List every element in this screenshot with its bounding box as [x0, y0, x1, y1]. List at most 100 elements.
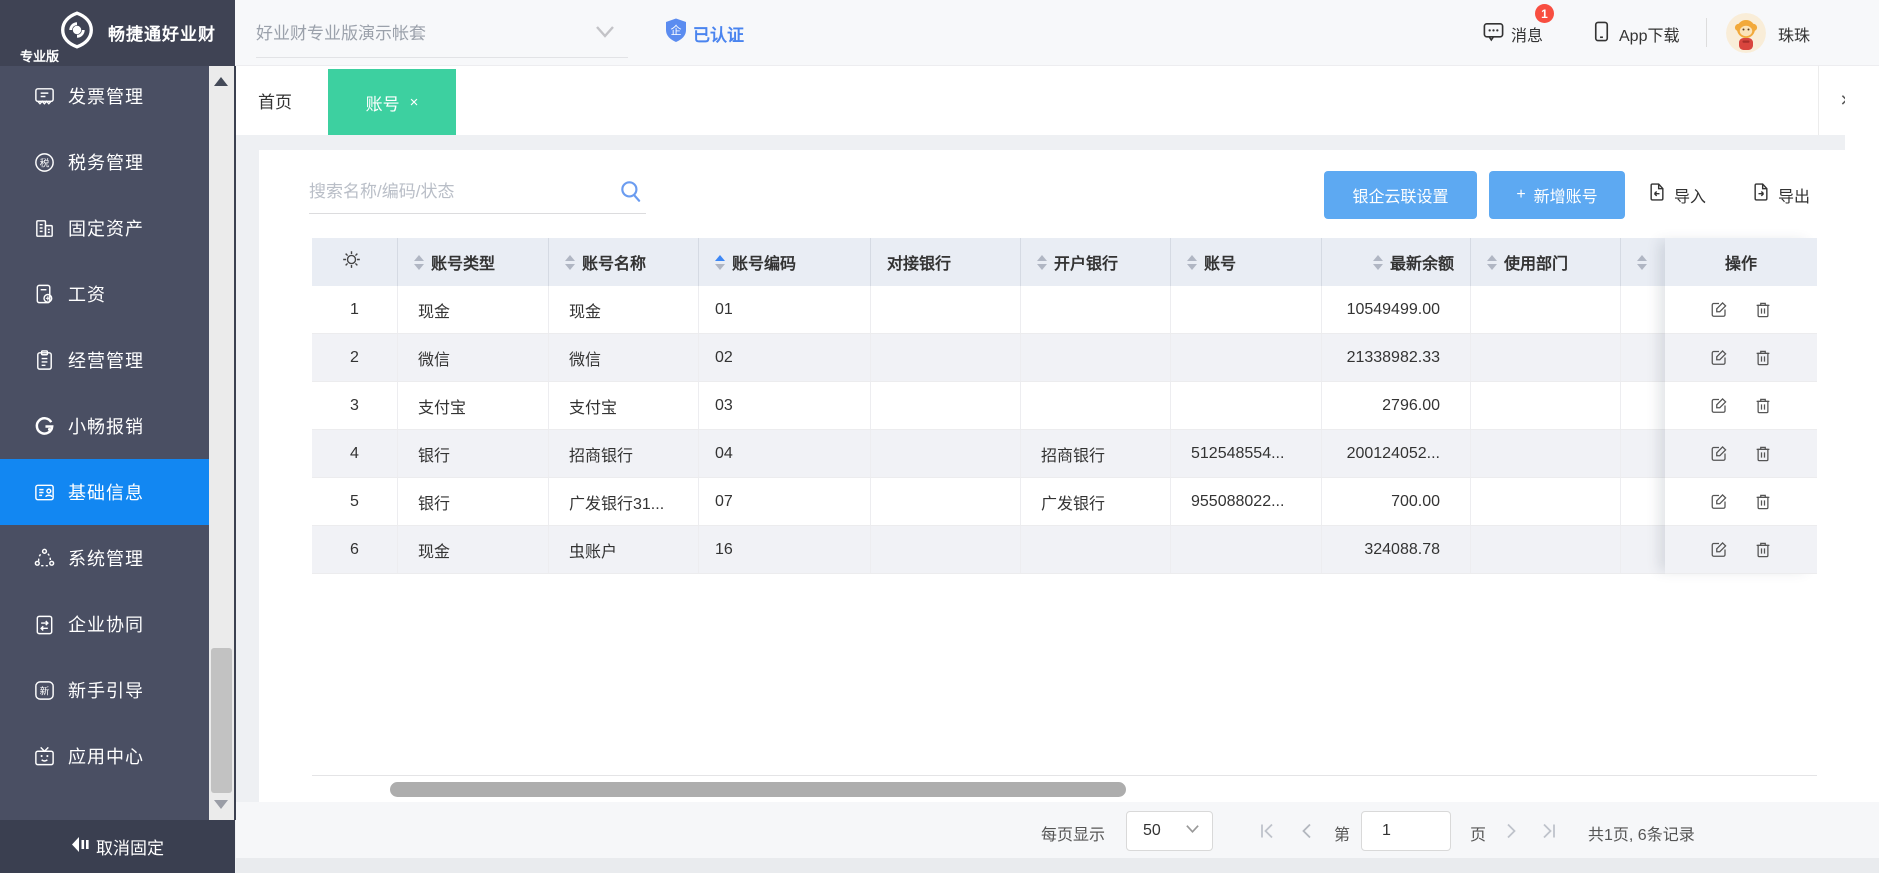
account-set-dropdown[interactable]: 好业财专业版演示帐套 [256, 19, 426, 44]
sort-arrows-icon[interactable] [1637, 254, 1647, 270]
edit-icon[interactable] [1710, 493, 1728, 511]
gear-icon[interactable] [341, 249, 362, 275]
avatar[interactable] [1726, 13, 1766, 53]
sort-arrows-icon[interactable] [1487, 254, 1497, 270]
table-row[interactable]: 1 现金 现金 01 10549499.00 [312, 286, 1817, 334]
edit-icon[interactable] [1710, 445, 1728, 463]
sidebar-item-salary[interactable]: 工资 [0, 261, 209, 327]
page-size-select[interactable]: 50 [1126, 811, 1213, 851]
cell-code: 04 [699, 430, 871, 477]
table-row[interactable]: 6 现金 虫账户 16 324088.78 [312, 526, 1817, 574]
edit-icon[interactable] [1710, 397, 1728, 415]
trash-icon[interactable] [1754, 445, 1772, 463]
operations-row [1665, 334, 1817, 382]
edit-icon[interactable] [1710, 301, 1728, 319]
sort-arrows-icon[interactable] [1187, 254, 1197, 270]
sidebar-item-invoice-management[interactable]: 发票管理 [0, 66, 209, 129]
logo-area: 畅捷通好业财 专业版 [0, 0, 235, 66]
next-page-button[interactable] [1502, 822, 1520, 840]
sidebar-item-app-center[interactable]: 应用中心 [0, 723, 209, 789]
cell-code: 02 [699, 334, 871, 381]
sort-arrows-icon[interactable] [414, 254, 424, 270]
app-title: 畅捷通好业财 [108, 25, 216, 44]
cell-balance: 324088.78 [1322, 526, 1471, 573]
app-center-icon [32, 744, 56, 768]
unpin-label: 取消固定 [96, 839, 164, 858]
sidebar-scrollbar-thumb[interactable] [211, 648, 232, 793]
sidebar-item-tax-management[interactable]: 税 税务管理 [0, 129, 209, 195]
verified-badge[interactable]: 企 已认证 [664, 17, 744, 49]
table-row[interactable]: 4 银行 招商银行 04 招商银行 512548554... 200124052... [312, 430, 1817, 478]
cell-link_bank [871, 382, 1021, 429]
tax-icon: 税 [32, 150, 56, 174]
import-button[interactable]: 导入 [1647, 182, 1706, 207]
cell-name: 广发银行31... [549, 478, 699, 525]
trash-icon[interactable] [1754, 301, 1772, 319]
page-number-input[interactable] [1361, 811, 1451, 851]
cell-balance: 700.00 [1322, 478, 1471, 525]
tab-accounts-label: 账号 [365, 94, 400, 114]
tab-close-icon[interactable]: × [410, 94, 419, 111]
table-row[interactable]: 5 银行 广发银行31... 07 广发银行 955088022... 700.00 [312, 478, 1817, 526]
sort-arrows-icon[interactable] [1037, 254, 1047, 270]
column-header-code[interactable]: 账号编码 [699, 238, 871, 286]
edit-icon[interactable] [1710, 349, 1728, 367]
chevron-down-icon[interactable] [590, 20, 620, 49]
column-header-name[interactable]: 账号名称 [549, 238, 699, 286]
search-field [309, 174, 646, 214]
search-icon[interactable] [618, 178, 644, 209]
first-page-button[interactable] [1258, 822, 1276, 840]
sidebar-scrollbar[interactable] [209, 66, 234, 820]
search-input[interactable] [309, 174, 599, 210]
table-row[interactable]: 2 微信 微信 02 21338982.33 [312, 334, 1817, 382]
sidebar-item-expense-claim[interactable]: 小畅报销 [0, 393, 209, 459]
table-row[interactable]: 3 支付宝 支付宝 03 2796.00 [312, 382, 1817, 430]
sidebar-item-operations-management[interactable]: 经营管理 [0, 327, 209, 393]
cell-code: 07 [699, 478, 871, 525]
messages-button[interactable]: 消息 [1482, 20, 1543, 48]
app-download-button[interactable]: App下载 [1590, 20, 1679, 48]
username-label[interactable]: 珠珠 [1778, 22, 1810, 46]
scroll-up-icon[interactable] [214, 77, 228, 86]
sort-arrows-icon[interactable] [565, 254, 575, 270]
collaboration-icon [32, 612, 56, 636]
tab-home[interactable]: 首页 [258, 66, 292, 135]
prev-page-button[interactable] [1298, 822, 1316, 840]
operations-row [1665, 286, 1817, 334]
sidebar-item-enterprise-collaboration[interactable]: 企业协同 [0, 591, 209, 657]
export-button[interactable]: 导出 [1751, 182, 1810, 207]
horizontal-scrollbar-thumb[interactable] [390, 782, 1126, 797]
cell-link_bank [871, 526, 1021, 573]
sidebar-item-label: 固定资产 [68, 219, 144, 239]
column-header-dept[interactable]: 使用部门 [1471, 238, 1621, 286]
column-header-account[interactable]: 账号 [1171, 238, 1322, 286]
cell-name: 支付宝 [549, 382, 699, 429]
cell-seq: 6 [312, 526, 398, 573]
column-header-balance[interactable]: 最新余额 [1322, 238, 1471, 286]
column-header-type[interactable]: 账号类型 [398, 238, 549, 286]
edit-icon[interactable] [1710, 541, 1728, 559]
column-header-bank[interactable]: 开户银行 [1021, 238, 1171, 286]
unpin-sidebar-button[interactable]: 取消固定 [0, 820, 235, 873]
trash-icon[interactable] [1754, 493, 1772, 511]
column-header-seq[interactable] [312, 238, 398, 286]
sort-arrows-icon[interactable] [715, 254, 725, 270]
trash-icon[interactable] [1754, 541, 1772, 559]
add-account-button[interactable]: + 新增账号 [1489, 171, 1625, 219]
column-label: 开户银行 [1054, 256, 1119, 273]
operations-row [1665, 526, 1817, 574]
sidebar-item-basic-info[interactable]: 基础信息 [0, 459, 209, 525]
sidebar-item-system-management[interactable]: 系统管理 [0, 525, 209, 591]
trash-icon[interactable] [1754, 397, 1772, 415]
sidebar-item-newbie-guide[interactable]: 新 新手引导 [0, 657, 209, 723]
sort-arrows-icon[interactable] [1372, 254, 1383, 270]
trash-icon[interactable] [1754, 349, 1772, 367]
last-page-button[interactable] [1540, 822, 1558, 840]
scroll-down-icon[interactable] [214, 800, 228, 809]
tab-accounts[interactable]: 账号 × [328, 69, 456, 135]
bank-cloud-settings-button[interactable]: 银企云联设置 [1324, 171, 1477, 219]
sidebar-item-fixed-assets[interactable]: 固定资产 [0, 195, 209, 261]
messages-badge: 1 [1535, 4, 1554, 23]
pagination-summary: 共1页, 6条记录 [1588, 827, 1695, 844]
cell-seq: 5 [312, 478, 398, 525]
